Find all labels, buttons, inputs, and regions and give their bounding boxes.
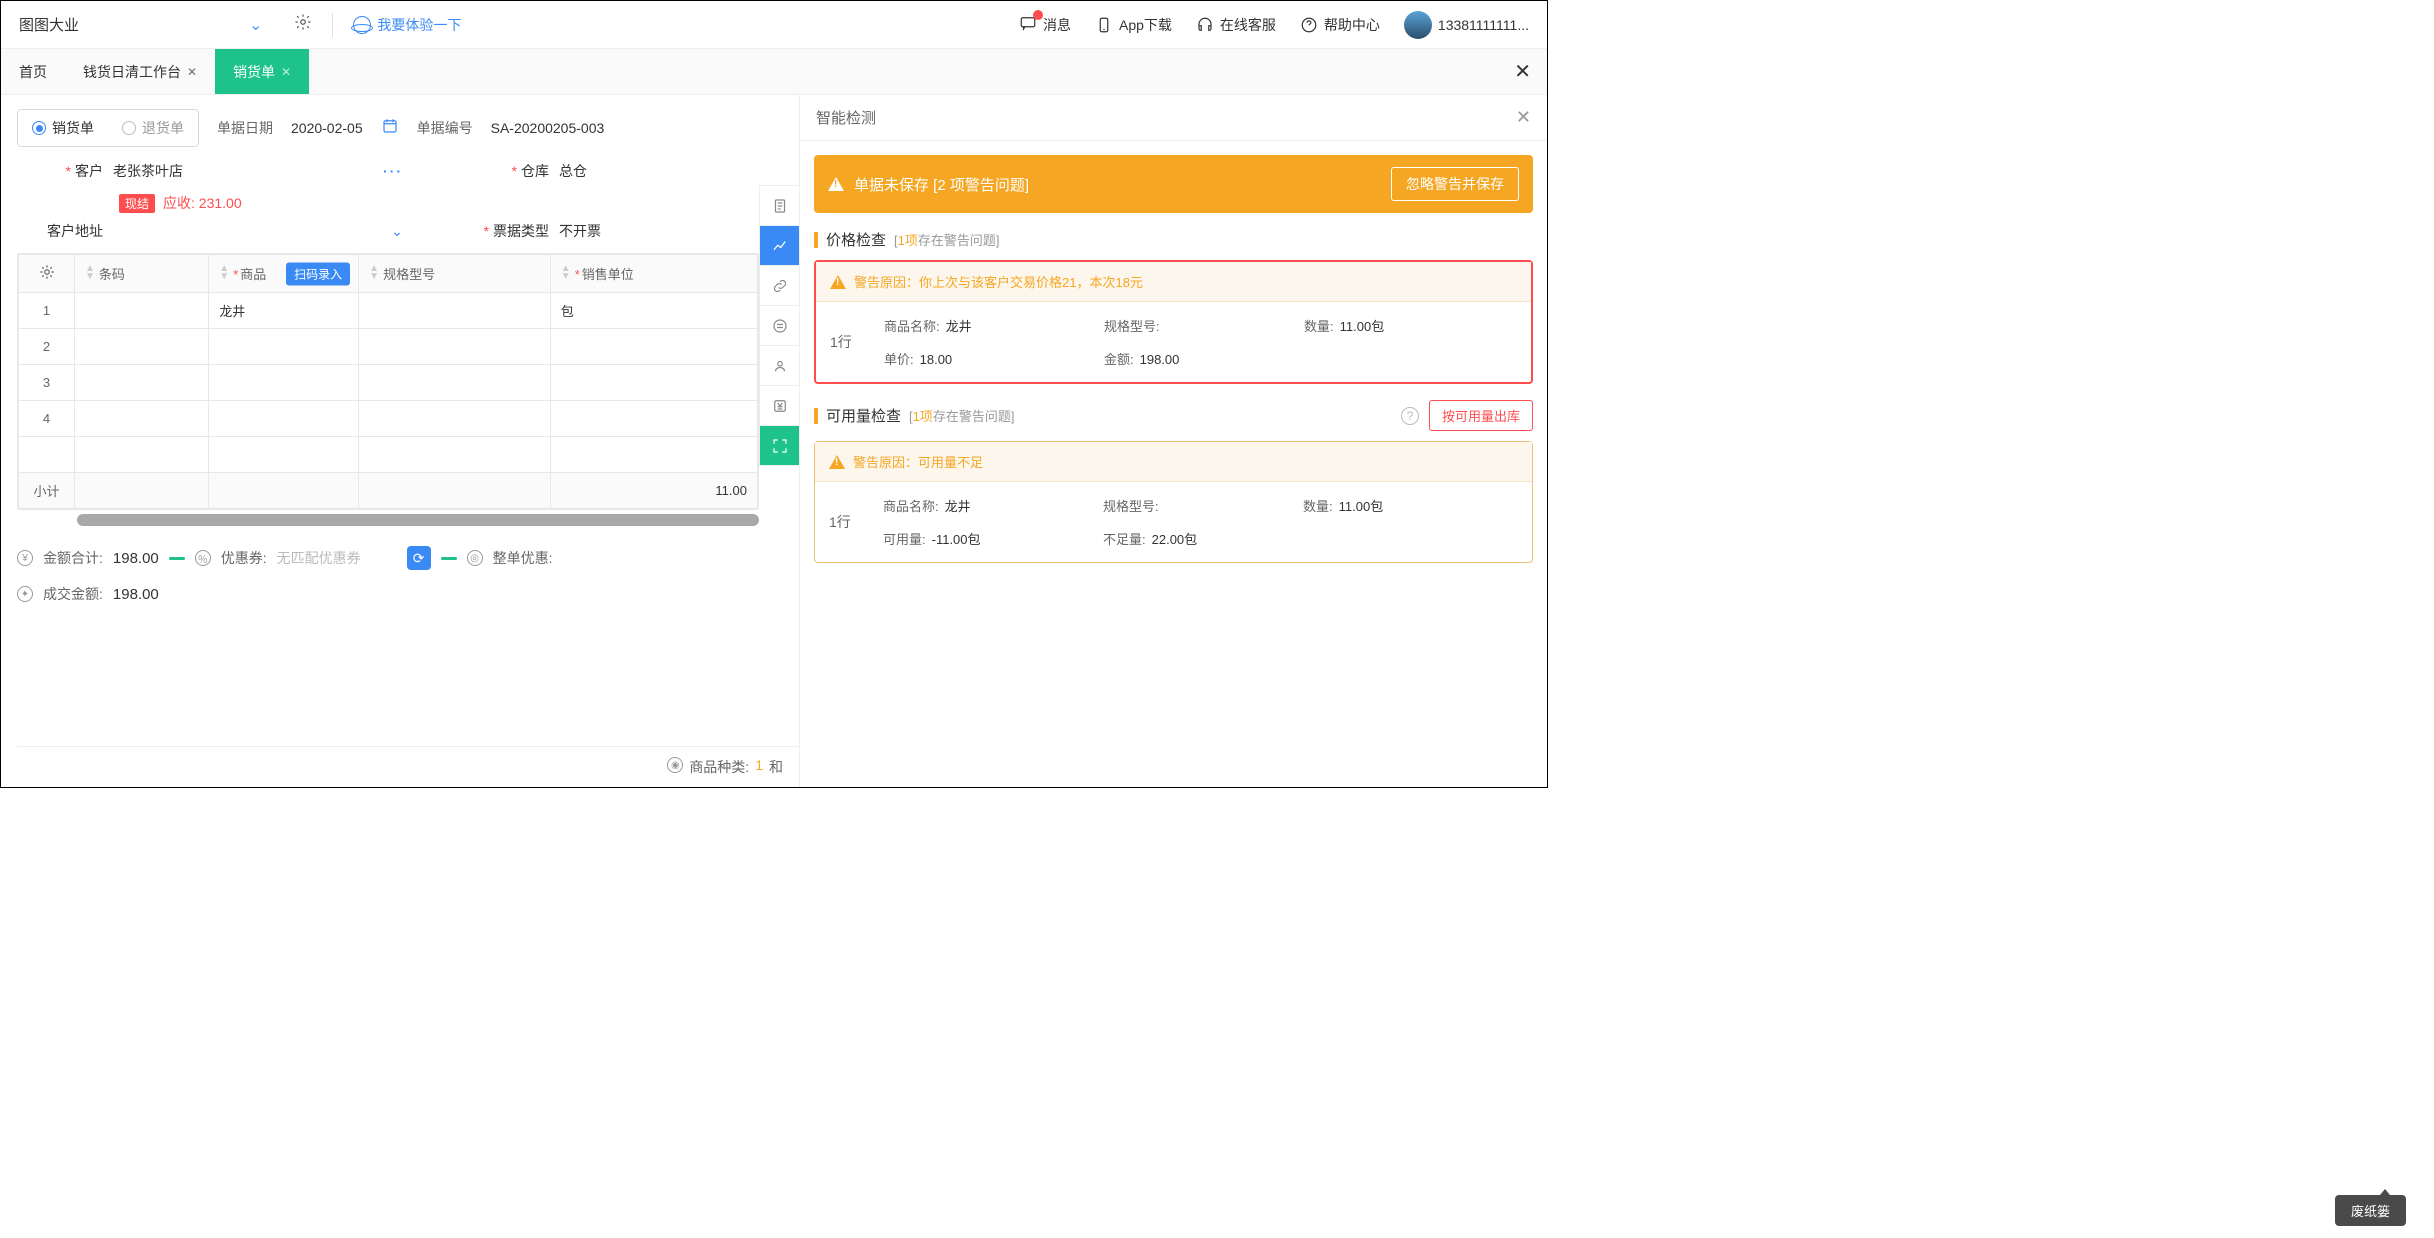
settle-badge: 现结 [119,194,155,213]
price-warning-card: 警告原因：你上次与该客户交易价格21，本次18元 1行 商品名称:龙井 规格型号… [814,260,1533,384]
tab-workbench[interactable]: 钱货日清工作台✕ [65,49,215,94]
panel-title: 智能检测 [816,107,876,128]
app-download-button[interactable]: App下载 [1095,15,1172,35]
settings-gear-icon[interactable] [294,13,312,36]
sort-icon[interactable]: ▲▼ [369,265,379,281]
kinds-icon: ◉ [667,757,683,773]
invoice-field: 票据类型 不开票 [463,221,759,241]
calendar-icon[interactable] [381,117,399,140]
avatar [1404,11,1432,39]
horizontal-scrollbar[interactable] [77,514,759,526]
close-icon[interactable]: ✕ [187,65,197,79]
table-row[interactable]: 1龙井包 [19,293,758,329]
invoice-input[interactable]: 不开票 [559,221,759,241]
stock-check-summary: [1项存在警告问题] [909,406,1014,425]
date-value[interactable]: 2020-02-05 [291,120,363,136]
deal-icon: ✦ [17,586,33,602]
help-icon [1300,16,1318,34]
help-question-icon[interactable]: ? [1401,407,1419,425]
customer-input[interactable]: 老张茶叶店 ··· [113,161,403,181]
stock-warning-card: 警告原因：可用量不足 1行 商品名称:龙井 规格型号: 数量:11.00包 可用… [814,441,1533,563]
no-value: SA-20200205-003 [491,120,605,136]
try-experience-link[interactable]: 我要体验一下 [353,15,461,35]
discount-icon: ◎ [467,550,483,566]
refresh-coupon-button[interactable]: ⟳ [407,546,431,570]
address-input[interactable]: ⌄ [113,223,403,240]
rail-yen-icon[interactable] [760,386,799,426]
tab-home[interactable]: 首页 [1,49,65,94]
tab-sales-order[interactable]: 销货单✕ [215,49,309,94]
phone-icon [1095,16,1113,34]
rail-person-icon[interactable] [760,346,799,386]
price-check-summary: [1项存在警告问题] [894,230,999,249]
panel-close-button[interactable]: ✕ [1516,107,1531,128]
scan-input-button[interactable]: 扫码录入 [286,262,350,285]
sort-icon[interactable]: ▲▼ [85,265,95,281]
planet-icon [353,16,371,34]
rail-link-icon[interactable] [760,266,799,306]
warehouse-field: 仓库 总仓 [463,161,759,181]
notification-dot [1033,10,1043,20]
warning-triangle-icon [829,455,845,469]
customer-field: 客户 老张茶叶店 ··· [17,161,403,181]
table-row[interactable]: 4 [19,401,758,437]
warning-triangle-icon [830,275,846,289]
line-items-table: ▲▼条码 ▲▼商品扫码录入 ▲▼规格型号 ▲▼销售单位 1龙井包 2 3 4 小… [18,254,758,509]
table-row[interactable] [19,437,758,473]
headset-icon [1196,16,1214,34]
table-settings-icon[interactable] [38,269,56,284]
sum-value: 198.00 [113,550,159,567]
rail-chart-icon[interactable] [760,226,799,266]
rail-currency-icon[interactable] [760,306,799,346]
section-accent [814,232,818,248]
user-menu[interactable]: 13381111111... [1404,11,1529,39]
more-dots-icon[interactable]: ··· [383,163,403,179]
help-button[interactable]: 帮助中心 [1300,15,1380,35]
org-selector[interactable]: 图图大业 ⌄ [19,14,262,35]
sort-icon[interactable]: ▲▼ [219,265,229,281]
rail-expand-icon[interactable] [760,426,799,466]
radio-return[interactable]: 退货单 [108,110,198,146]
try-link-text: 我要体验一下 [377,15,461,35]
yen-icon: ¥ [17,550,33,566]
coupon-icon: ％ [195,550,211,566]
support-button[interactable]: 在线客服 [1196,15,1276,35]
order-type-radio[interactable]: 销货单 退货单 [17,109,199,147]
dash-icon [169,557,185,560]
ship-by-available-button[interactable]: 按可用量出库 [1429,400,1533,431]
messages-button[interactable]: 消息 [1019,14,1071,35]
org-name: 图图大业 [19,14,79,35]
sort-icon[interactable]: ▲▼ [561,265,571,281]
no-label: 单据编号 [417,118,473,138]
warning-bar: 单据未保存 [2 项警告问题] 忽略警告并保存 [814,155,1533,213]
ignore-save-button[interactable]: 忽略警告并保存 [1391,167,1519,201]
address-field: 客户地址 ⌄ [17,221,403,241]
warning-triangle-icon [828,177,844,191]
date-label: 单据日期 [217,118,273,138]
trash-button[interactable]: 废纸篓 [2335,1195,2406,1226]
coupon-input[interactable]: 无匹配优惠券 [277,548,397,568]
table-row[interactable]: 3 [19,365,758,401]
section-accent [814,408,818,424]
dash-icon [441,557,457,560]
table-row[interactable]: 2 [19,329,758,365]
chevron-down-icon: ⌄ [249,15,262,35]
radio-sale[interactable]: 销货单 [18,110,108,146]
close-icon[interactable]: ✕ [281,65,291,79]
rail-doc-icon[interactable] [760,186,799,226]
subtotal-row: 小计11.00 [19,473,758,509]
warehouse-input[interactable]: 总仓 [559,161,759,181]
deal-value: 198.00 [113,586,159,603]
chevron-down-icon: ⌄ [391,223,403,240]
close-all-tabs[interactable]: ✕ [1498,59,1547,84]
